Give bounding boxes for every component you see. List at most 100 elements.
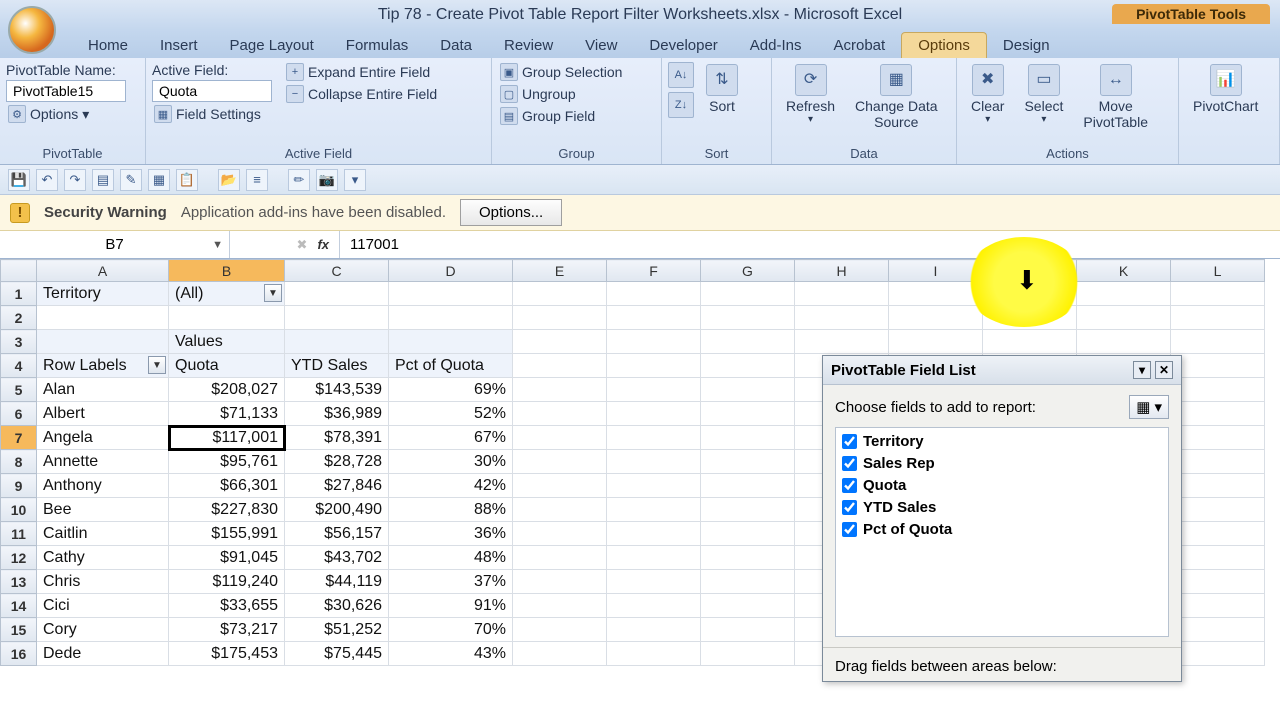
field-checkbox[interactable]: [842, 456, 857, 471]
cell-L6[interactable]: [1171, 402, 1265, 426]
tab-home[interactable]: Home: [72, 33, 144, 58]
cell-C13[interactable]: $44,119: [285, 570, 389, 594]
cell-H1[interactable]: [795, 282, 889, 306]
cell-L9[interactable]: [1171, 474, 1265, 498]
field-list-fields[interactable]: TerritorySales RepQuotaYTD SalesPct of Q…: [835, 427, 1169, 637]
cell-A3[interactable]: [37, 330, 169, 354]
cell-B9[interactable]: $66,301: [169, 474, 285, 498]
cell-L16[interactable]: [1171, 642, 1265, 666]
row-header-12[interactable]: 12: [1, 546, 37, 570]
col-header-A[interactable]: A: [37, 260, 169, 282]
cell-G2[interactable]: [701, 306, 795, 330]
sort-desc-icon[interactable]: Z↓: [668, 92, 694, 118]
group-selection-button[interactable]: ▣Group Selection: [498, 62, 624, 82]
cell-B7[interactable]: $117,001: [169, 426, 285, 450]
cell-B5[interactable]: $208,027: [169, 378, 285, 402]
cell-G13[interactable]: [701, 570, 795, 594]
sort-asc-icon[interactable]: A↓: [668, 62, 694, 88]
cell-A6[interactable]: Albert: [37, 402, 169, 426]
cell-F1[interactable]: [607, 282, 701, 306]
redo-button[interactable]: ↷: [64, 169, 86, 191]
cell-C10[interactable]: $200,490: [285, 498, 389, 522]
cell-F7[interactable]: [607, 426, 701, 450]
clear-button[interactable]: ✖Clear▾: [963, 62, 1012, 128]
move-pivottable-button[interactable]: ↔Move PivotTable: [1075, 62, 1156, 132]
cell-C15[interactable]: $51,252: [285, 618, 389, 642]
row-header-14[interactable]: 14: [1, 594, 37, 618]
cell-G16[interactable]: [701, 642, 795, 666]
field-item-sales-rep[interactable]: Sales Rep: [840, 454, 1164, 473]
row-header-5[interactable]: 5: [1, 378, 37, 402]
pivottable-name-input[interactable]: [6, 80, 126, 102]
row-header-3[interactable]: 3: [1, 330, 37, 354]
qat-btn-5[interactable]: ✎: [120, 169, 142, 191]
cell-E1[interactable]: [513, 282, 607, 306]
refresh-button[interactable]: ⟳Refresh▾: [778, 62, 843, 128]
cell-D3[interactable]: [389, 330, 513, 354]
tab-options[interactable]: Options: [901, 32, 987, 58]
cell-L11[interactable]: [1171, 522, 1265, 546]
cell-C2[interactable]: [285, 306, 389, 330]
cell-F11[interactable]: [607, 522, 701, 546]
field-settings-button[interactable]: ▦Field Settings: [152, 104, 272, 124]
cell-E15[interactable]: [513, 618, 607, 642]
cell-G8[interactable]: [701, 450, 795, 474]
cell-C7[interactable]: $78,391: [285, 426, 389, 450]
cell-G5[interactable]: [701, 378, 795, 402]
field-item-territory[interactable]: Territory: [840, 432, 1164, 451]
col-header-J[interactable]: J: [983, 260, 1077, 282]
cell-E6[interactable]: [513, 402, 607, 426]
pivottable-field-list[interactable]: PivotTable Field List ▾ ✕ Choose fields …: [822, 355, 1182, 682]
cell-B10[interactable]: $227,830: [169, 498, 285, 522]
field-item-quota[interactable]: Quota: [840, 476, 1164, 495]
select-button[interactable]: ▭Select▾: [1016, 62, 1071, 128]
col-header-I[interactable]: I: [889, 260, 983, 282]
worksheet-grid[interactable]: ABCDEFGHIJKL1Territory(All)▼23Values4Row…: [0, 259, 1280, 666]
cell-B2[interactable]: [169, 306, 285, 330]
cell-L7[interactable]: [1171, 426, 1265, 450]
field-checkbox[interactable]: [842, 478, 857, 493]
cell-L14[interactable]: [1171, 594, 1265, 618]
cell-F3[interactable]: [607, 330, 701, 354]
cell-B6[interactable]: $71,133: [169, 402, 285, 426]
cell-G1[interactable]: [701, 282, 795, 306]
cell-L13[interactable]: [1171, 570, 1265, 594]
cell-L4[interactable]: [1171, 354, 1265, 378]
row-header-7[interactable]: 7: [1, 426, 37, 450]
cell-E2[interactable]: [513, 306, 607, 330]
cell-G12[interactable]: [701, 546, 795, 570]
undo-button[interactable]: ↶: [36, 169, 58, 191]
cell-A1[interactable]: Territory: [37, 282, 169, 306]
cell-E14[interactable]: [513, 594, 607, 618]
row-header-9[interactable]: 9: [1, 474, 37, 498]
cell-K2[interactable]: [1077, 306, 1171, 330]
tab-formulas[interactable]: Formulas: [330, 33, 425, 58]
expand-field-button[interactable]: +Expand Entire Field: [284, 62, 439, 82]
cell-A10[interactable]: Bee: [37, 498, 169, 522]
security-options-button[interactable]: Options...: [460, 199, 562, 226]
cell-A15[interactable]: Cory: [37, 618, 169, 642]
cell-B1[interactable]: (All)▼: [169, 282, 285, 306]
cell-G9[interactable]: [701, 474, 795, 498]
cell-A9[interactable]: Anthony: [37, 474, 169, 498]
col-header-H[interactable]: H: [795, 260, 889, 282]
cell-A4[interactable]: Row Labels▼: [37, 354, 169, 378]
cell-D15[interactable]: 70%: [389, 618, 513, 642]
cell-F10[interactable]: [607, 498, 701, 522]
col-header-C[interactable]: C: [285, 260, 389, 282]
cell-I1[interactable]: [889, 282, 983, 306]
filter-dropdown-button[interactable]: ▼: [264, 284, 282, 302]
qat-btn-8[interactable]: 📂: [218, 169, 240, 191]
field-checkbox[interactable]: [842, 434, 857, 449]
cell-F4[interactable]: [607, 354, 701, 378]
cancel-formula-icon[interactable]: ✖: [297, 237, 308, 253]
cell-E10[interactable]: [513, 498, 607, 522]
formula-input[interactable]: 117001: [340, 231, 1280, 258]
tab-developer[interactable]: Developer: [633, 33, 733, 58]
field-list-close-button[interactable]: ✕: [1155, 361, 1173, 379]
col-header-E[interactable]: E: [513, 260, 607, 282]
cell-A2[interactable]: [37, 306, 169, 330]
cell-G10[interactable]: [701, 498, 795, 522]
cell-D1[interactable]: [389, 282, 513, 306]
save-button[interactable]: 💾: [8, 169, 30, 191]
